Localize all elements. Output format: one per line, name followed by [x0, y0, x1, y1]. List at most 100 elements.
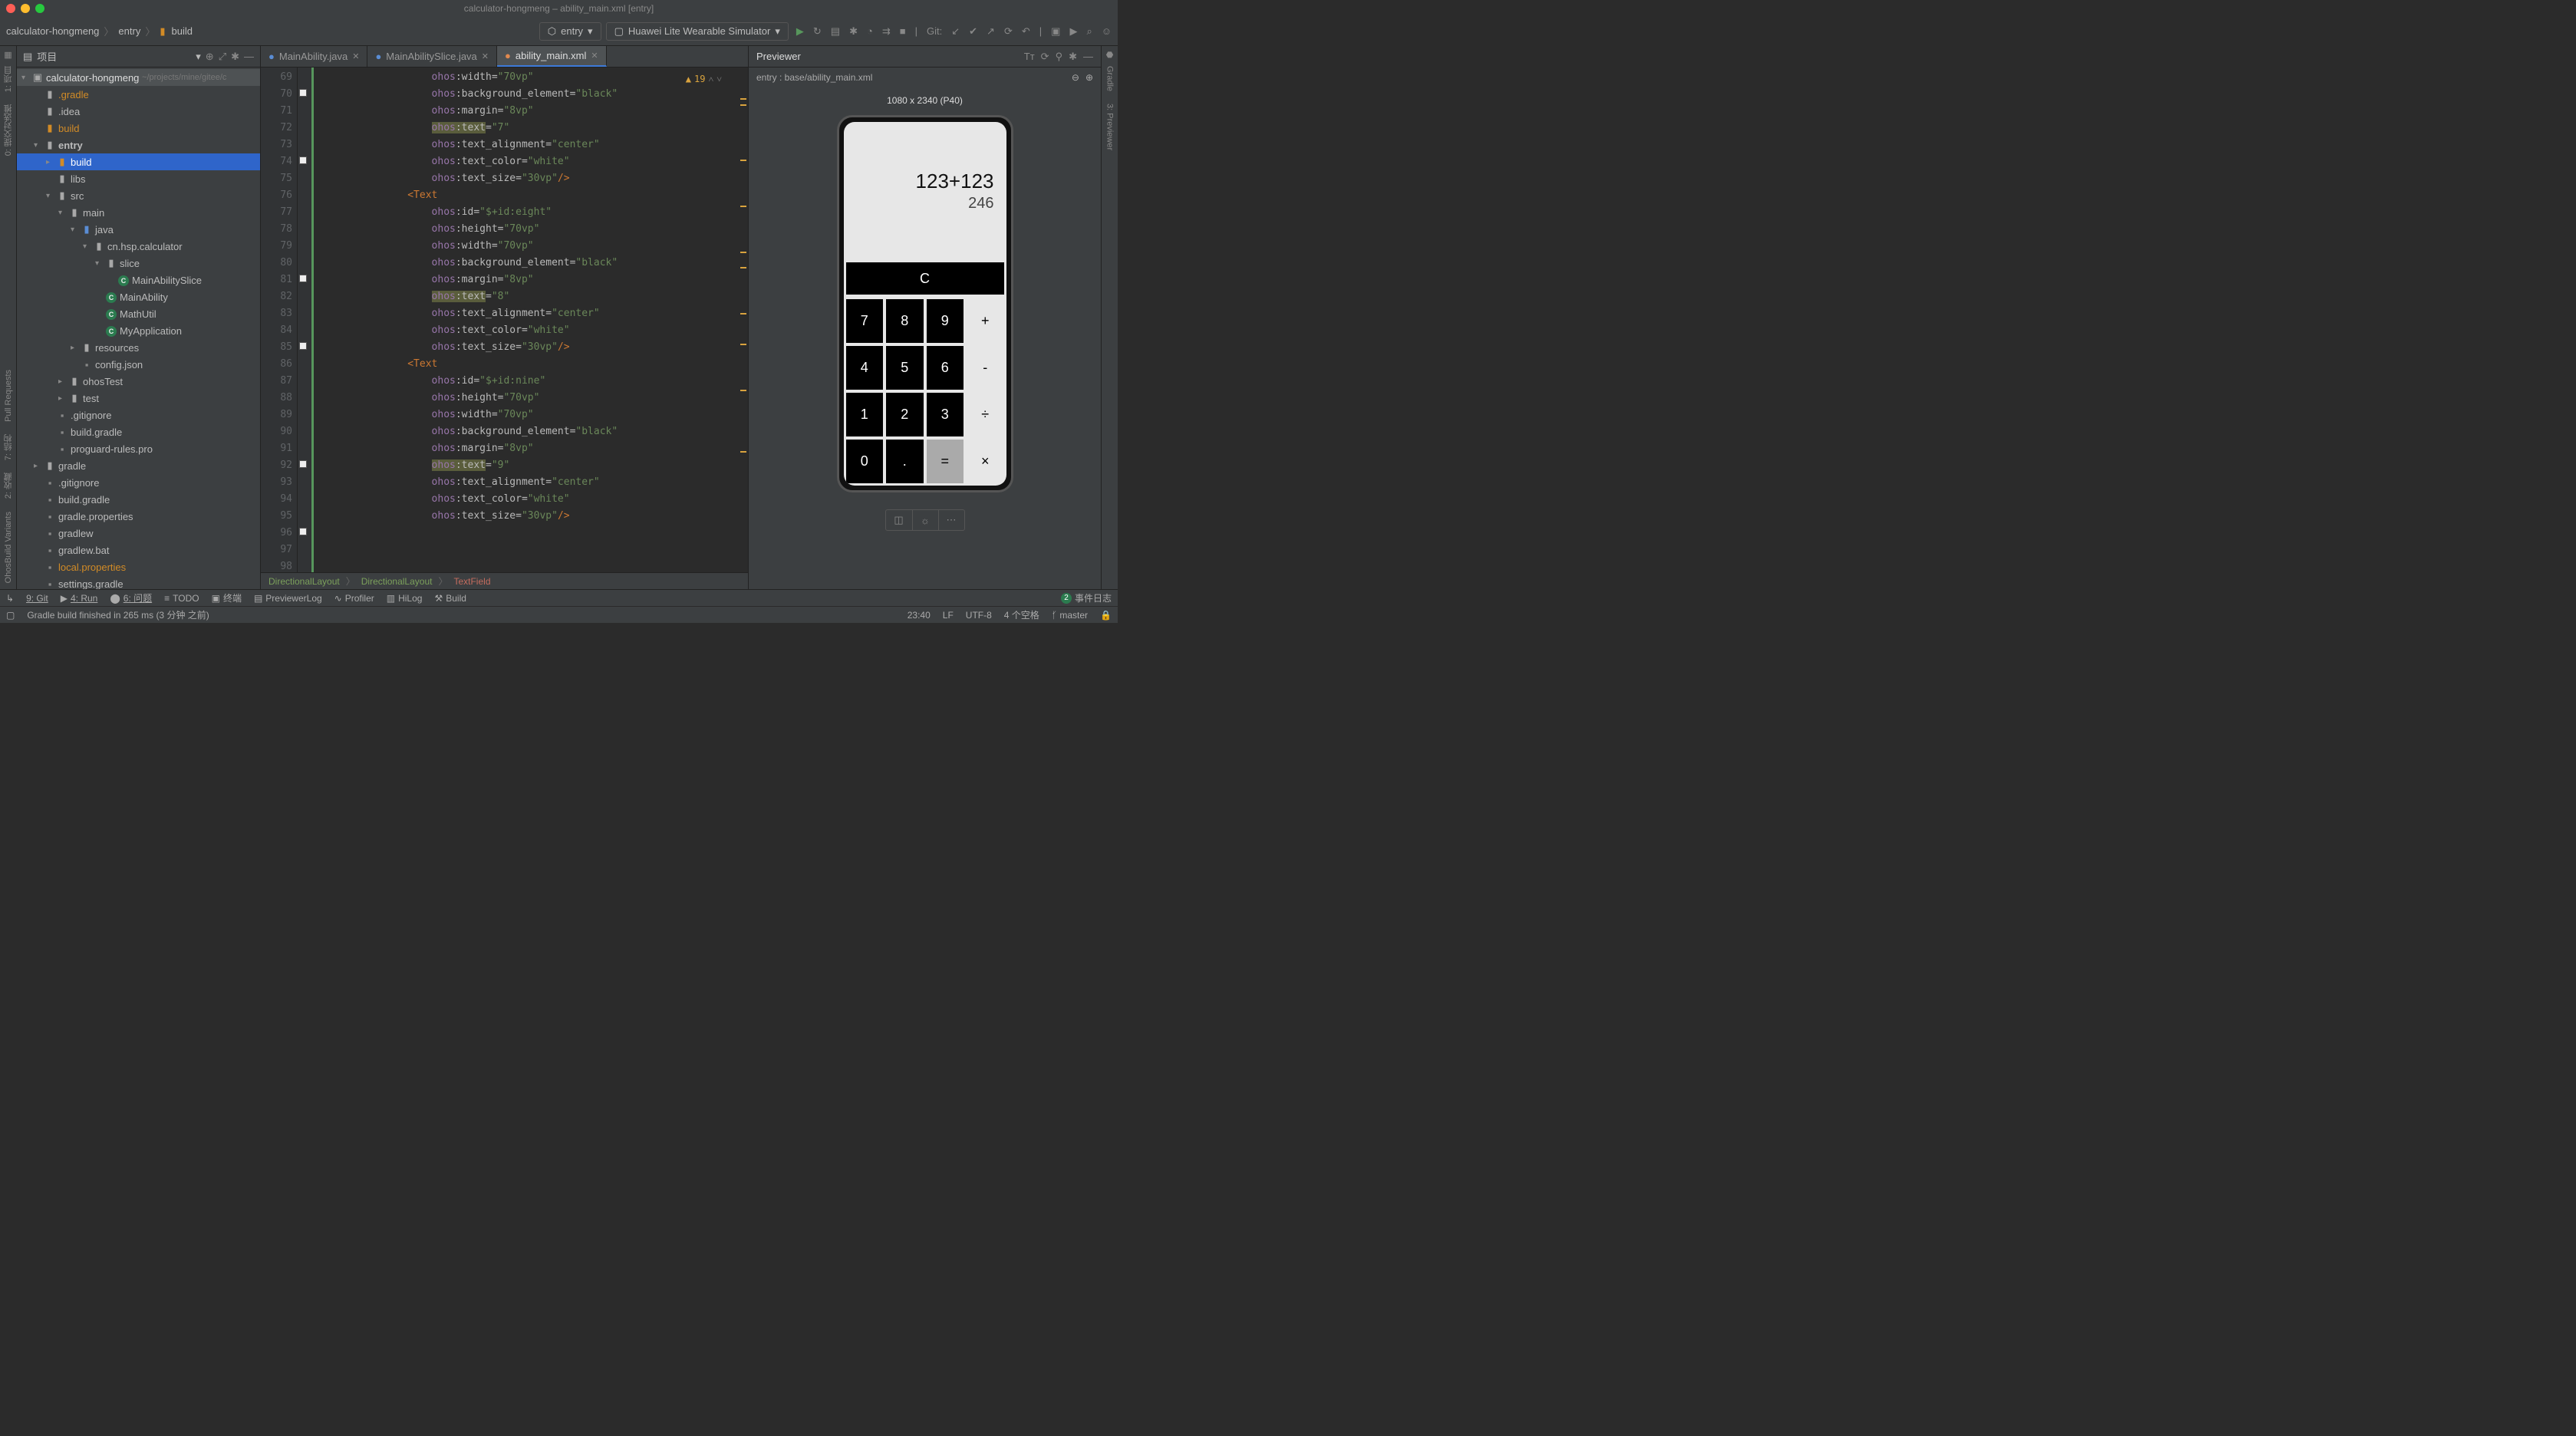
event-log[interactable]: 2 事件日志	[1061, 591, 1112, 604]
tool-tab-project[interactable]: 1: 项目	[2, 66, 15, 92]
tool-problems[interactable]: ⬤ 6: 问题	[110, 591, 152, 604]
minimize-icon[interactable]	[21, 4, 30, 13]
inspection-widget[interactable]: ▲ 19 ˄ ˅	[686, 71, 722, 87]
tree-row[interactable]: ▾▮slice	[17, 255, 260, 272]
project-view-icon[interactable]: ▦	[4, 50, 12, 60]
pin-icon[interactable]: ⚲	[1056, 51, 1063, 63]
tree-row[interactable]: ▪build.gradle	[17, 491, 260, 508]
tree-row[interactable]: ▾▮src	[17, 187, 260, 204]
error-stripe[interactable]	[739, 68, 748, 572]
tool-tab-gradle[interactable]: Gradle	[1105, 66, 1115, 91]
run-anything-icon[interactable]: ▶	[1069, 25, 1077, 38]
zoom-in-icon[interactable]: ⊕	[1085, 72, 1093, 83]
calc-key[interactable]: 6	[927, 346, 964, 390]
device-screen[interactable]: 123+123 246 C 789+456-123÷0.=×	[844, 122, 1006, 486]
git-commit-icon[interactable]: ✔	[969, 25, 977, 38]
bc-seg[interactable]: DirectionalLayout	[268, 576, 340, 587]
tool-tab-favorites[interactable]: 2: 收藏	[2, 473, 15, 499]
bug-icon[interactable]: ✱	[849, 25, 858, 38]
calc-key[interactable]: -	[967, 346, 1004, 390]
presentation-icon[interactable]: ▣	[1051, 25, 1060, 38]
more-icon[interactable]: ⋯	[938, 510, 964, 530]
status-branch[interactable]: ᚶ master	[1052, 610, 1088, 621]
calc-key[interactable]: 8	[886, 299, 924, 343]
tree-row[interactable]: ▸▮resources	[17, 339, 260, 356]
theme-icon[interactable]: ☼	[912, 510, 938, 530]
status-indent[interactable]: 4 个空格	[1004, 608, 1039, 621]
tree-row[interactable]: ▮libs	[17, 170, 260, 187]
tree-row[interactable]: ▪.gitignore	[17, 474, 260, 491]
profile-icon[interactable]: ◔	[867, 25, 873, 37]
chevron-up-icon[interactable]: ˄	[708, 71, 713, 87]
editor-body[interactable]: 6970717273747576777879808182838485868788…	[261, 68, 748, 572]
tree-row[interactable]: CMyApplication	[17, 322, 260, 339]
tree-row[interactable]: ▸▮gradle	[17, 457, 260, 474]
git-history-icon[interactable]: ⟳	[1004, 25, 1013, 38]
close-icon[interactable]: ✕	[482, 51, 489, 61]
tool-tab-structure[interactable]: 7: 结构	[2, 434, 15, 460]
tool-todo[interactable]: ≡ TODO	[164, 593, 199, 604]
breadcrumb-seg[interactable]: build	[172, 25, 193, 37]
bc-seg[interactable]: TextField	[453, 576, 490, 587]
tool-tab-pull-requests[interactable]: Pull Requests	[4, 370, 13, 422]
split-icon[interactable]: ◫	[886, 510, 912, 530]
status-icon[interactable]: ▢	[6, 610, 15, 621]
status-line-sep[interactable]: LF	[943, 610, 954, 621]
tool-profiler[interactable]: ∿ Profiler	[334, 593, 374, 604]
tree-row[interactable]: CMathUtil	[17, 305, 260, 322]
tree-row[interactable]: ▸▮build	[17, 153, 260, 170]
tree-row[interactable]: ▪gradlew.bat	[17, 542, 260, 558]
calc-key[interactable]: 7	[846, 299, 884, 343]
close-icon[interactable]: ✕	[591, 51, 598, 61]
attach-icon[interactable]: ⇉	[882, 25, 891, 38]
search-icon[interactable]: ⌕	[1086, 25, 1092, 38]
calc-key[interactable]: ×	[967, 440, 1004, 483]
minimize-icon[interactable]: —	[1083, 51, 1093, 62]
gear-icon[interactable]: ✱	[231, 51, 239, 63]
tool-build[interactable]: ⚒ Build	[434, 593, 466, 604]
text-mode-icon[interactable]: Tт	[1024, 51, 1035, 62]
tool-git[interactable]: 9: Git	[26, 593, 48, 604]
calc-key[interactable]: 5	[886, 346, 924, 390]
calc-key[interactable]: ÷	[967, 393, 1004, 436]
tree-row[interactable]: ▪settings.gradle	[17, 575, 260, 589]
editor-tab[interactable]: ●MainAbilitySlice.java✕	[367, 46, 497, 67]
calc-key[interactable]: +	[967, 299, 1004, 343]
tree-row[interactable]: ▾▮entry	[17, 137, 260, 153]
code-content[interactable]: ▲ 19 ˄ ˅ ohos:width="70vp" ohos:backgrou…	[311, 68, 748, 572]
calc-key[interactable]: 9	[927, 299, 964, 343]
calc-key[interactable]: 3	[927, 393, 964, 436]
tree-row[interactable]: ▮.idea	[17, 103, 260, 120]
status-encoding[interactable]: UTF-8	[966, 610, 992, 621]
tree-row[interactable]: ▪.gitignore	[17, 407, 260, 423]
tree-row[interactable]: ▾▮cn.hsp.calculator	[17, 238, 260, 255]
stop-icon[interactable]: ■	[900, 25, 906, 37]
calc-clear-key[interactable]: C	[846, 262, 1004, 295]
tool-run[interactable]: ▶ 4: Run	[61, 593, 98, 604]
tool-previewer-log[interactable]: ▤ PreviewerLog	[254, 593, 322, 604]
lock-icon[interactable]: 🔒	[1100, 610, 1112, 621]
tree-row[interactable]: ▪local.properties	[17, 558, 260, 575]
git-rollback-icon[interactable]: ↶	[1022, 25, 1030, 38]
bc-seg[interactable]: DirectionalLayout	[361, 576, 433, 587]
tree-row[interactable]: ▪proguard-rules.pro	[17, 440, 260, 457]
maximize-icon[interactable]	[35, 4, 44, 13]
tree-row[interactable]: ▮build	[17, 120, 260, 137]
calc-key[interactable]: 2	[886, 393, 924, 436]
close-icon[interactable]	[6, 4, 15, 13]
project-tree[interactable]: ▾ ▣ calculator-hongmeng ~/projects/mine/…	[17, 68, 260, 589]
calc-key[interactable]: 1	[846, 393, 884, 436]
close-icon[interactable]: ✕	[352, 51, 359, 61]
tool-hilog[interactable]: ▥ HiLog	[387, 593, 423, 604]
tree-row[interactable]: ▪build.gradle	[17, 423, 260, 440]
run-icon[interactable]: ▶	[796, 25, 804, 38]
tool-terminal[interactable]: ▣ 终端	[212, 591, 242, 604]
coverage-icon[interactable]: ▤	[831, 25, 840, 38]
which-key-icon[interactable]: ↳	[6, 593, 14, 604]
tree-row[interactable]: ▪gradlew	[17, 525, 260, 542]
module-selector[interactable]: ⬡ entry ▾	[539, 22, 601, 41]
expand-icon[interactable]: ⤢	[219, 51, 226, 63]
breadcrumb-seg[interactable]: entry	[118, 25, 140, 37]
tree-root[interactable]: ▾ ▣ calculator-hongmeng ~/projects/mine/…	[17, 69, 260, 86]
editor-tab[interactable]: ●MainAbility.java✕	[261, 46, 367, 67]
